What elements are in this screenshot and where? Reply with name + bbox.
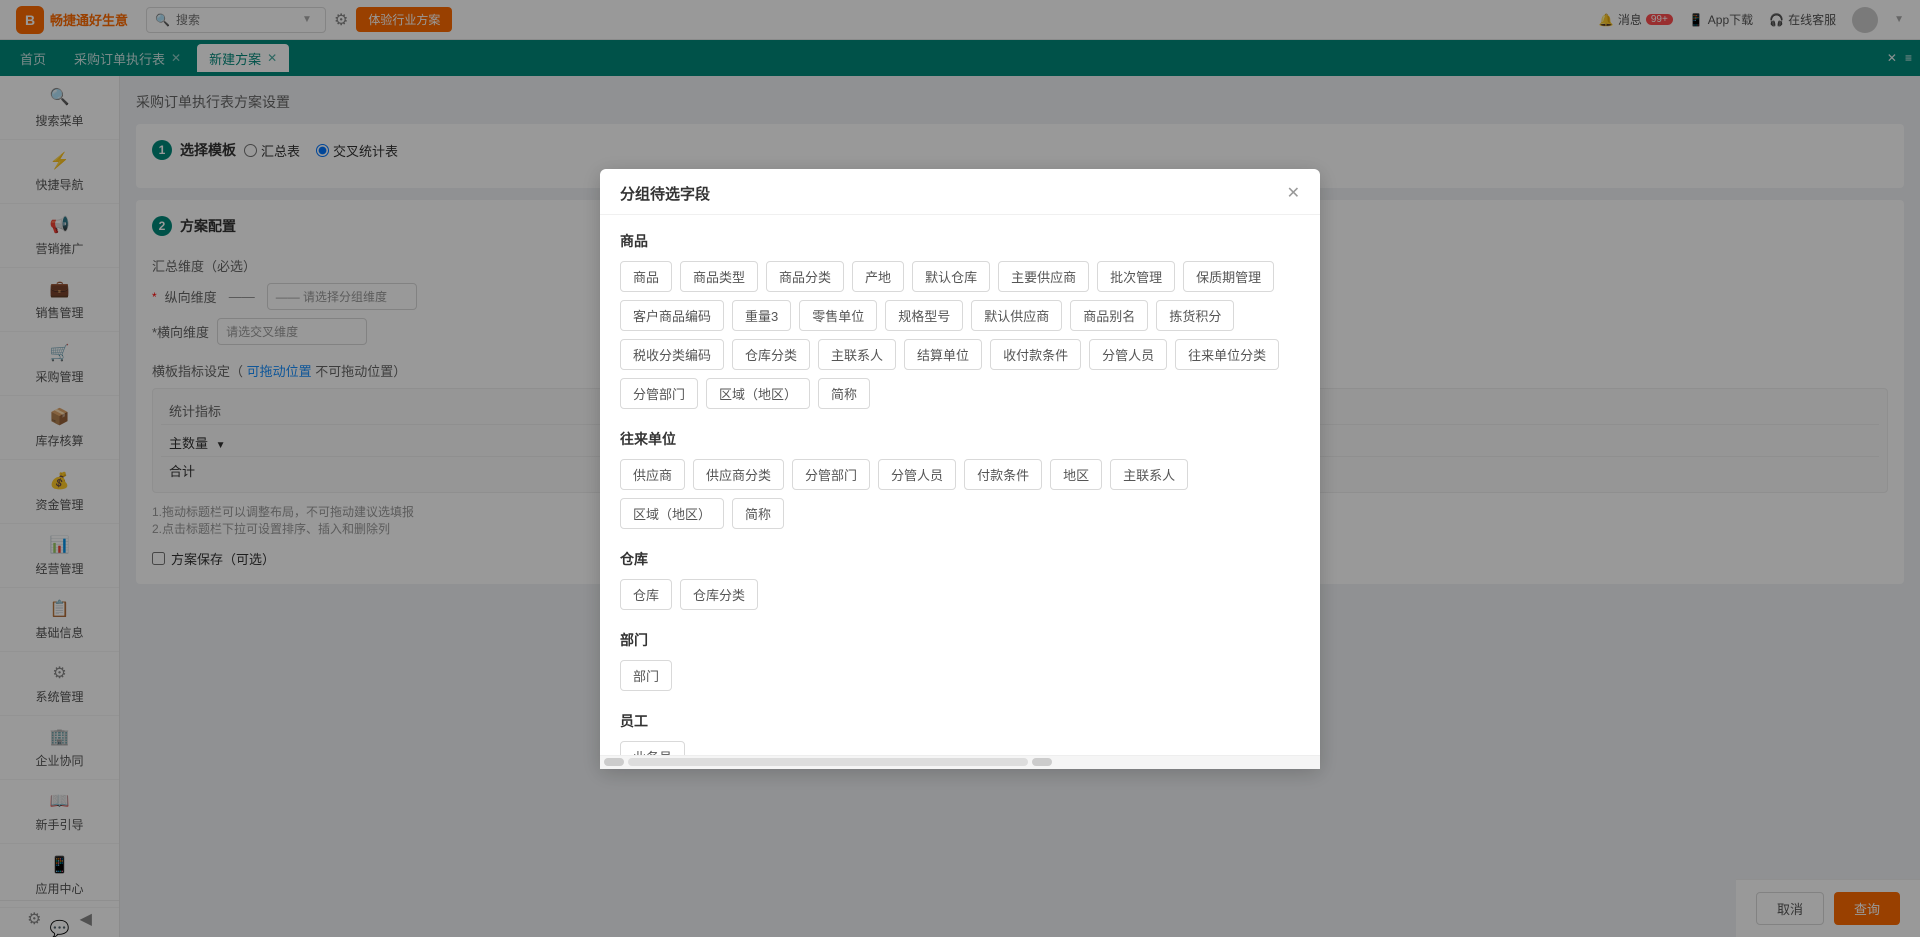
category-warehouse: 仓库 仓库 仓库分类 (620, 549, 1300, 610)
field-tag-partner-dept[interactable]: 分管部门 (792, 459, 870, 490)
field-tag-default-supplier[interactable]: 默认供应商 (971, 300, 1062, 331)
field-select-dialog: 分组待选字段 ✕ 商品 商品 商品类型 商品分类 产地 默认仓库 主要供应商 批… (600, 169, 1320, 769)
category-goods-title: 商品 (620, 231, 1300, 251)
category-warehouse-title: 仓库 (620, 549, 1300, 569)
category-employee: 员工 业务员 (620, 711, 1300, 755)
field-tag-region[interactable]: 区域（地区） (706, 378, 810, 409)
field-tag-settlement-unit[interactable]: 结算单位 (904, 339, 982, 370)
field-tag-salesperson[interactable]: 业务员 (620, 741, 685, 755)
field-tag-batch[interactable]: 批次管理 (1097, 261, 1175, 292)
field-tag-partner-manager[interactable]: 分管人员 (878, 459, 956, 490)
field-tag-weight3[interactable]: 重量3 (732, 300, 791, 331)
employee-field-tags: 业务员 (620, 741, 1300, 755)
field-tag-expiry[interactable]: 保质期管理 (1183, 261, 1274, 292)
field-tag-partner-category[interactable]: 往来单位分类 (1175, 339, 1279, 370)
field-tag-goods-type[interactable]: 商品类型 (680, 261, 758, 292)
goods-field-tags: 商品 商品类型 商品分类 产地 默认仓库 主要供应商 批次管理 保质期管理 客户… (620, 261, 1300, 409)
field-tag-wh-category[interactable]: 仓库分类 (680, 579, 758, 610)
field-tag-short-name[interactable]: 简称 (818, 378, 870, 409)
field-tag-warehouse-category[interactable]: 仓库分类 (732, 339, 810, 370)
field-tag-payment-terms[interactable]: 收付款条件 (990, 339, 1081, 370)
field-tag-partner-contact[interactable]: 主联系人 (1110, 459, 1188, 490)
hscroll-right-btn[interactable] (1032, 758, 1052, 766)
modal-overlay: 分组待选字段 ✕ 商品 商品 商品类型 商品分类 产地 默认仓库 主要供应商 批… (0, 0, 1920, 937)
field-tag-area[interactable]: 地区 (1050, 459, 1102, 490)
field-tag-origin[interactable]: 产地 (852, 261, 904, 292)
field-tag-manager[interactable]: 分管人员 (1089, 339, 1167, 370)
category-department: 部门 部门 (620, 630, 1300, 691)
category-dept-title: 部门 (620, 630, 1300, 650)
field-tag-pick-points[interactable]: 拣货积分 (1156, 300, 1234, 331)
dialog-header: 分组待选字段 ✕ (600, 169, 1320, 215)
dialog-title: 分组待选字段 (620, 183, 710, 204)
field-tag-goods[interactable]: 商品 (620, 261, 672, 292)
field-tag-supplier-category[interactable]: 供应商分类 (693, 459, 784, 490)
dept-field-tags: 部门 (620, 660, 1300, 691)
field-tag-default-warehouse[interactable]: 默认仓库 (912, 261, 990, 292)
field-tag-dept[interactable]: 分管部门 (620, 378, 698, 409)
field-tag-pay-terms[interactable]: 付款条件 (964, 459, 1042, 490)
field-tag-tax-code[interactable]: 税收分类编码 (620, 339, 724, 370)
field-tag-partner-region[interactable]: 区域（地区） (620, 498, 724, 529)
dialog-hscroll[interactable] (600, 755, 1320, 769)
hscroll-left-btn[interactable] (604, 758, 624, 766)
category-employee-title: 员工 (620, 711, 1300, 731)
warehouse-field-tags: 仓库 仓库分类 (620, 579, 1300, 610)
field-tag-department[interactable]: 部门 (620, 660, 672, 691)
hscroll-thumb[interactable] (628, 758, 1028, 766)
category-goods: 商品 商品 商品类型 商品分类 产地 默认仓库 主要供应商 批次管理 保质期管理… (620, 231, 1300, 409)
field-tag-warehouse[interactable]: 仓库 (620, 579, 672, 610)
field-tag-retail-unit[interactable]: 零售单位 (799, 300, 877, 331)
partner-field-tags: 供应商 供应商分类 分管部门 分管人员 付款条件 地区 主联系人 区域（地区） … (620, 459, 1300, 529)
dialog-close-btn[interactable]: ✕ (1287, 183, 1300, 203)
field-tag-partner-short[interactable]: 简称 (732, 498, 784, 529)
field-tag-goods-category[interactable]: 商品分类 (766, 261, 844, 292)
dialog-body[interactable]: 商品 商品 商品类型 商品分类 产地 默认仓库 主要供应商 批次管理 保质期管理… (600, 215, 1320, 755)
field-tag-spec[interactable]: 规格型号 (885, 300, 963, 331)
field-tag-supplier[interactable]: 供应商 (620, 459, 685, 490)
field-tag-goods-alias[interactable]: 商品别名 (1070, 300, 1148, 331)
field-tag-customer-code[interactable]: 客户商品编码 (620, 300, 724, 331)
category-partner-title: 往来单位 (620, 429, 1300, 449)
field-tag-main-supplier[interactable]: 主要供应商 (998, 261, 1089, 292)
field-tag-main-contact[interactable]: 主联系人 (818, 339, 896, 370)
category-partner: 往来单位 供应商 供应商分类 分管部门 分管人员 付款条件 地区 主联系人 区域… (620, 429, 1300, 529)
